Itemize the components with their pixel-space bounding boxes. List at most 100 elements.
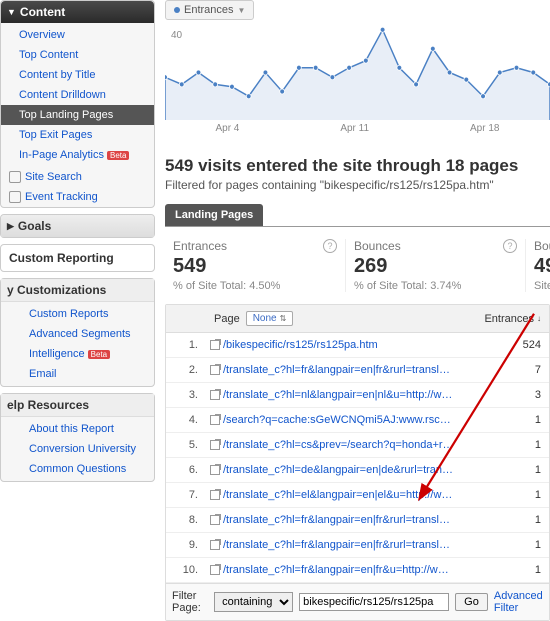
goals-header[interactable]: ▶ Goals (1, 215, 154, 237)
external-link-icon[interactable] (210, 515, 220, 525)
tab-bar: Landing Pages (165, 204, 550, 227)
headline: 549 visits entered the site through 18 p… (165, 156, 550, 176)
metric-value: 269 (354, 255, 517, 278)
external-link-icon[interactable] (210, 340, 220, 350)
page-link[interactable]: /translate_c?hl=cs&prev=/search?q=honda+… (223, 439, 455, 451)
content-header-label: Content (20, 5, 65, 19)
table-row: 6. /translate_c?hl=de&langpair=en|de&rurl… (166, 458, 549, 483)
filter-mode-select[interactable]: containing (214, 592, 293, 612)
subheadline: Filtered for pages containing "bikespeci… (165, 178, 550, 192)
external-link-icon[interactable] (210, 565, 220, 575)
external-link-icon[interactable] (210, 490, 220, 500)
date-tick: Apr 18 (470, 123, 499, 134)
sort-down-icon: ↓ (537, 314, 541, 323)
sidebar-item[interactable]: Content by Title (1, 65, 154, 85)
metrics-row: Entrances?549% of Site Total: 4.50% Bounc… (165, 239, 550, 292)
sidebar-item[interactable]: In-Page AnalyticsBeta (1, 145, 154, 165)
content-header[interactable]: ▼ Content (1, 1, 154, 23)
table-row: 8. /translate_c?hl=fr&langpair=en|fr&rurl… (166, 508, 549, 533)
page-link[interactable]: /translate_c?hl=fr&langpair=en|fr&u=http… (223, 564, 455, 576)
row-index: 1. (166, 333, 206, 357)
external-link-icon[interactable] (210, 390, 220, 400)
entrances-value: 1 (459, 458, 549, 482)
event-icon (9, 191, 21, 203)
sidebar-item[interactable]: Content Drilldown (1, 85, 154, 105)
help-icon[interactable]: ? (323, 239, 337, 253)
chart-area: Entrances ▼ 40 Apr 4 Apr 11 Apr 18 (165, 0, 550, 140)
sidebar-item[interactable]: Top Content (1, 45, 154, 65)
entrances-value: 1 (459, 408, 549, 432)
sidebar-item[interactable]: About this Report (1, 419, 154, 439)
beta-badge: Beta (88, 350, 110, 359)
entrances-column-header[interactable]: Entrances (484, 313, 534, 325)
sidebar-item[interactable]: Conversion University (1, 439, 154, 459)
metric-label: Bounces (354, 239, 401, 253)
site-search-label: Site Search (25, 171, 82, 183)
metric-selector[interactable]: Entrances ▼ (165, 0, 254, 20)
dimension-selector[interactable]: None ⇅ (246, 311, 294, 326)
page-link[interactable]: /search?q=cache:sGeWCNQmi5AJ:www.rscycle… (223, 414, 455, 426)
table-row: 4./search?q=cache:sGeWCNQmi5AJ:www.rscyc… (166, 408, 549, 433)
help-resources-section: elp Resources About this ReportConversio… (0, 393, 155, 482)
external-link-icon[interactable] (210, 465, 220, 475)
expand-icon: ▶ (7, 221, 14, 232)
site-search-link[interactable]: Site Search (1, 167, 154, 187)
event-tracking-link[interactable]: Event Tracking (1, 187, 154, 207)
goals-header-label: Goals (18, 219, 51, 233)
page-link[interactable]: /translate_c?hl=de&langpair=en|de&rurl=t… (223, 464, 455, 476)
search-icon (9, 171, 21, 183)
row-index: 2. (166, 358, 206, 382)
sidebar-item[interactable]: Common Questions (1, 459, 154, 479)
external-link-icon[interactable] (210, 440, 220, 450)
metric-block: Bounces?269% of Site Total: 3.74% (345, 239, 525, 292)
metric-block: Entrances?549% of Site Total: 4.50% (165, 239, 345, 292)
row-index: 5. (166, 433, 206, 457)
row-index: 3. (166, 383, 206, 407)
advanced-filter-link[interactable]: Advanced Filter (494, 590, 543, 614)
entrances-value: 524 (459, 333, 549, 357)
page-column-header: Page (214, 313, 240, 325)
sidebar-item[interactable]: Advanced Segments (1, 324, 154, 344)
sort-icon: ⇅ (280, 314, 287, 323)
external-link-icon[interactable] (210, 365, 220, 375)
go-button[interactable]: Go (455, 593, 488, 611)
sidebar-item[interactable]: Top Landing Pages (1, 105, 154, 125)
entrances-value: 1 (459, 533, 549, 557)
entrances-value: 1 (459, 558, 549, 582)
sidebar-item[interactable]: Top Exit Pages (1, 125, 154, 145)
table-row: 10./translate_c?hl=fr&langpair=en|fr&u=h… (166, 558, 549, 583)
page-link[interactable]: /translate_c?hl=el&langpair=en|el&u=http… (223, 489, 455, 501)
entrances-value: 1 (459, 483, 549, 507)
filter-input[interactable] (299, 593, 449, 611)
page-link[interactable]: /translate_c?hl=fr&langpair=en|fr&rurl=t… (223, 514, 455, 526)
metric-selector-label: Entrances (184, 4, 234, 16)
entrances-value: 1 (459, 433, 549, 457)
beta-badge: Beta (107, 151, 129, 160)
content-section: ▼ Content OverviewTop ContentContent by … (0, 0, 155, 208)
help-icon[interactable]: ? (503, 239, 517, 253)
entrances-value: 7 (459, 358, 549, 382)
metric-label: Bou (534, 239, 550, 253)
page-link[interactable]: /translate_c?hl=nl&langpair=en|nl&u=http… (223, 389, 455, 401)
chevron-down-icon: ▼ (238, 6, 246, 15)
page-link[interactable]: /bikespecific/rs125/rs125pa.htm (223, 339, 378, 351)
row-index: 8. (166, 508, 206, 532)
page-link[interactable]: /translate_c?hl=fr&langpair=en|fr&rurl=t… (223, 539, 455, 551)
dot-icon (174, 7, 180, 13)
sidebar-item[interactable]: IntelligenceBeta (1, 344, 154, 364)
sidebar-item[interactable]: Email (1, 364, 154, 384)
custom-reporting-link[interactable]: Custom Reporting (0, 244, 155, 272)
row-index: 9. (166, 533, 206, 557)
table-row: 2. /translate_c?hl=fr&langpair=en|fr&rurl… (166, 358, 549, 383)
external-link-icon[interactable] (210, 415, 220, 425)
my-customizations-header: y Customizations (1, 279, 154, 302)
sidebar-item[interactable]: Custom Reports (1, 304, 154, 324)
my-customizations-section: y Customizations Custom ReportsAdvanced … (0, 278, 155, 387)
external-link-icon[interactable] (210, 540, 220, 550)
row-index: 6. (166, 458, 206, 482)
tab-landing-pages[interactable]: Landing Pages (165, 204, 263, 226)
table-header: Page None ⇅ Entrances ↓ (166, 305, 549, 333)
sidebar-item[interactable]: Overview (1, 25, 154, 45)
table-row: 3. /translate_c?hl=nl&langpair=en|nl&u=ht… (166, 383, 549, 408)
page-link[interactable]: /translate_c?hl=fr&langpair=en|fr&rurl=t… (223, 364, 455, 376)
